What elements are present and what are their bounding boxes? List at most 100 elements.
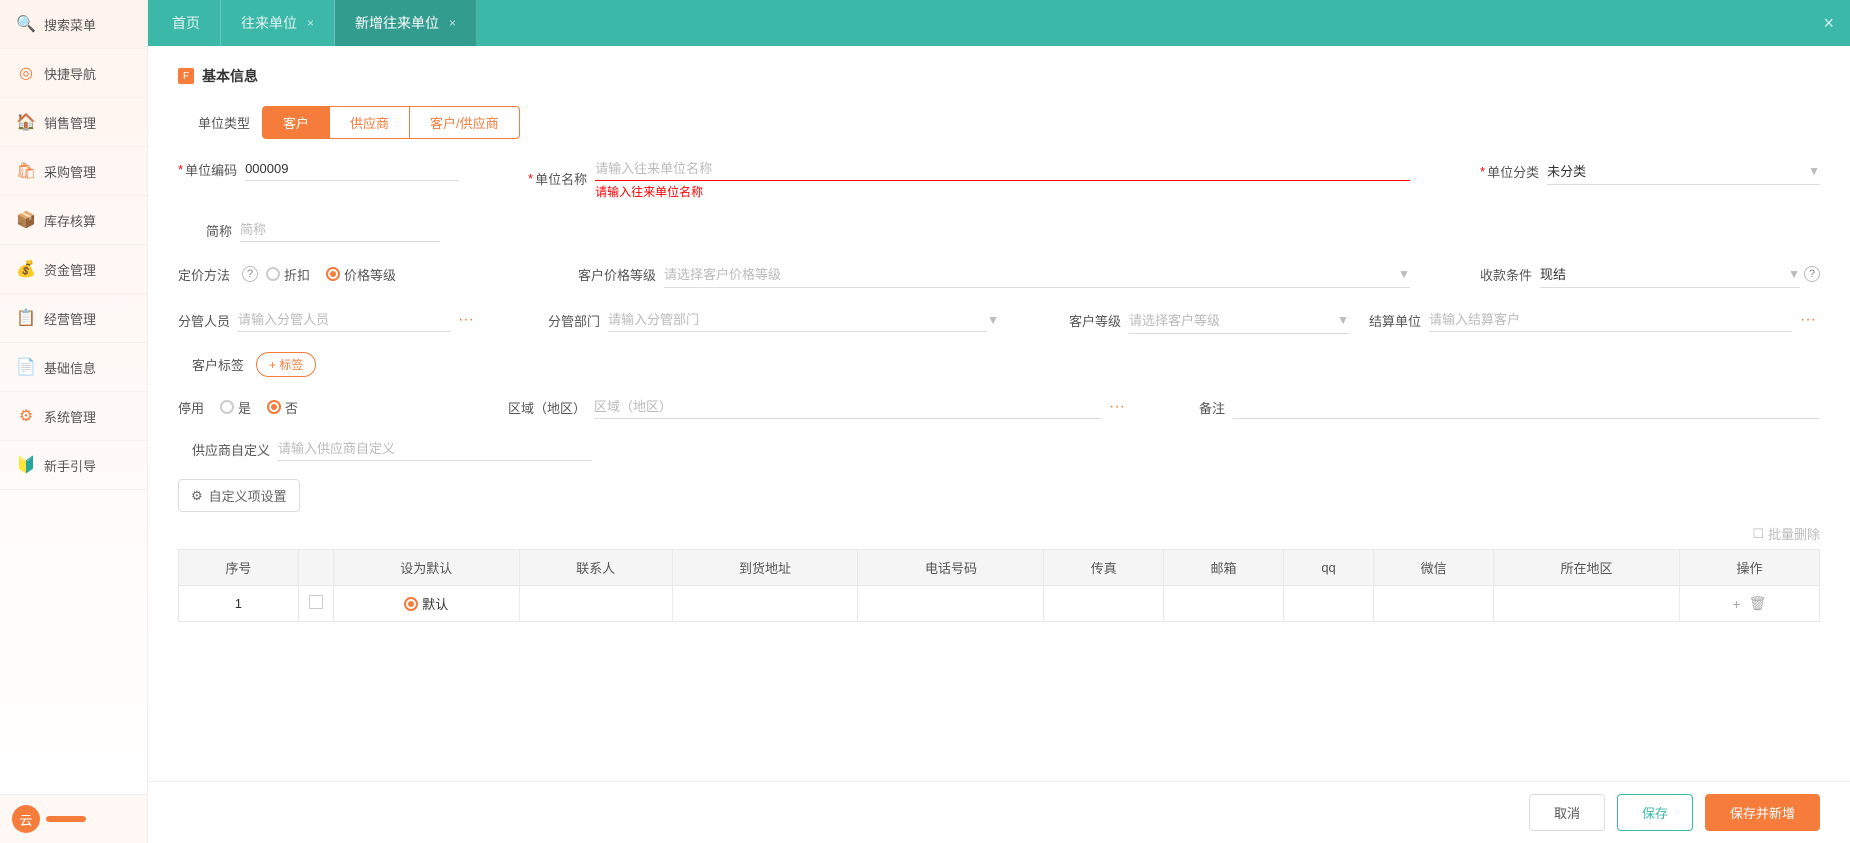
code-input[interactable] bbox=[245, 157, 458, 181]
region-input[interactable] bbox=[594, 395, 1101, 419]
sidebar-item-finance[interactable]: 💰 资金管理 bbox=[0, 245, 147, 294]
manager-group: 分管人员 ··· bbox=[178, 308, 478, 332]
pricing-help-icon[interactable]: ? bbox=[242, 266, 258, 282]
save-button[interactable]: 保存 bbox=[1617, 794, 1693, 831]
table-row: 1 默认 bbox=[179, 586, 1820, 622]
manager-input[interactable] bbox=[238, 308, 450, 332]
sidebar-item-sales[interactable]: 🏠 销售管理 bbox=[0, 98, 147, 147]
disabled-no-radio[interactable]: 否 bbox=[267, 398, 298, 417]
row-email[interactable] bbox=[1164, 586, 1284, 622]
pricing-radio-group: 折扣 价格等级 bbox=[266, 265, 396, 284]
payment-terms-select[interactable]: 现结 ▼ bbox=[1540, 260, 1800, 288]
category-group: * 单位分类 未分类 ▼ bbox=[1480, 157, 1820, 185]
unit-type-both-btn[interactable]: 客户/供应商 bbox=[410, 106, 520, 139]
sidebar-item-system[interactable]: ⚙ 系统管理 bbox=[0, 392, 147, 441]
name-input[interactable] bbox=[595, 157, 1410, 181]
row-fax[interactable] bbox=[1044, 586, 1164, 622]
short-name-row: 简称 bbox=[178, 218, 1820, 242]
sidebar-bottom: 云 bbox=[0, 794, 147, 843]
row-wechat[interactable] bbox=[1374, 586, 1494, 622]
row-default: 默认 bbox=[333, 586, 519, 622]
table-toolbar: ☐ 批量删除 bbox=[178, 524, 1820, 543]
sidebar-item-guide[interactable]: 🔰 新手引导 bbox=[0, 441, 147, 490]
row-phone[interactable] bbox=[858, 586, 1044, 622]
row-address[interactable] bbox=[672, 586, 858, 622]
tab-add-unit[interactable]: 新增往来单位 × bbox=[335, 0, 477, 46]
purchase-icon: 🛍 bbox=[16, 161, 36, 181]
add-tag-btn[interactable]: + 标签 bbox=[256, 352, 316, 377]
search-icon: 🔍 bbox=[16, 14, 36, 34]
disabled-radio-group: 是 否 bbox=[220, 398, 298, 417]
settlement-unit-input[interactable] bbox=[1429, 308, 1792, 332]
customer-level-placeholder: 请选择客户等级 bbox=[1129, 310, 1337, 329]
category-select[interactable]: 未分类 ▼ bbox=[1547, 157, 1820, 185]
disabled-yes-radio[interactable]: 是 bbox=[220, 398, 251, 417]
pricing-discount-radio[interactable]: 折扣 bbox=[266, 265, 310, 284]
settlement-unit-group: 结算单位 ··· bbox=[1369, 308, 1820, 332]
tab-unit-list-close[interactable]: × bbox=[307, 16, 314, 30]
tag-label: 客户标签 bbox=[192, 355, 244, 374]
sales-icon: 🏠 bbox=[16, 112, 36, 132]
customer-level-select[interactable]: 请选择客户等级 ▼ bbox=[1129, 306, 1349, 334]
sidebar-item-search[interactable]: 🔍 搜索菜单 bbox=[0, 0, 147, 49]
tab-home[interactable]: 首页 bbox=[148, 0, 221, 46]
short-name-label: 简称 bbox=[206, 221, 232, 240]
row-region[interactable] bbox=[1493, 586, 1679, 622]
row-qq[interactable] bbox=[1283, 586, 1373, 622]
settlement-unit-more-btn[interactable]: ··· bbox=[1796, 311, 1820, 329]
department-label: 分管部门 bbox=[548, 311, 600, 330]
disabled-yes-label: 是 bbox=[238, 398, 251, 417]
name-group: * 单位名称 请输入往来单位名称 bbox=[528, 157, 1410, 200]
code-required: * bbox=[178, 162, 183, 177]
payment-terms-arrow: ▼ bbox=[1788, 267, 1800, 281]
unit-type-customer-btn[interactable]: 客户 bbox=[262, 106, 330, 139]
sidebar-item-inventory[interactable]: 📦 库存核算 bbox=[0, 196, 147, 245]
batch-delete-btn[interactable]: ☐ 批量删除 bbox=[1752, 524, 1820, 543]
row-checkbox-input[interactable] bbox=[309, 595, 323, 609]
unit-type-label: 单位类型 bbox=[198, 113, 250, 132]
pricing-row: 定价方法 ? 折扣 价格等级 客户价格等级 请 bbox=[178, 260, 1820, 288]
supplier-custom-group: 供应商自定义 bbox=[192, 437, 592, 461]
quick-nav-icon: ◎ bbox=[16, 63, 36, 83]
col-email: 邮箱 bbox=[1164, 550, 1284, 586]
sidebar-item-label: 搜索菜单 bbox=[44, 15, 96, 34]
customer-price-level-select[interactable]: 请选择客户价格等级 ▼ bbox=[664, 260, 1410, 288]
disabled-no-circle bbox=[267, 400, 281, 414]
contact-table-section: ☐ 批量删除 序号 设为默认 联系人 到货地址 电话号码 传真 邮箱 qq bbox=[178, 524, 1820, 622]
inventory-icon: 📦 bbox=[16, 210, 36, 230]
department-input[interactable] bbox=[608, 308, 987, 332]
tab-bar-close-btn[interactable]: × bbox=[1823, 13, 1834, 34]
manager-row: 分管人员 ··· 分管部门 ▼ 客户等级 请选择客户等级 ▼ bbox=[178, 306, 1820, 334]
pricing-level-radio[interactable]: 价格等级 bbox=[326, 265, 396, 284]
row-default-radio[interactable] bbox=[404, 597, 418, 611]
disabled-label: 停用 bbox=[178, 398, 204, 417]
payment-help-icon[interactable]: ? bbox=[1804, 266, 1820, 282]
name-required: * bbox=[528, 171, 533, 186]
discount-label: 折扣 bbox=[284, 265, 310, 284]
sidebar-item-operation[interactable]: 📋 经营管理 bbox=[0, 294, 147, 343]
supplier-custom-input[interactable] bbox=[278, 437, 592, 461]
manager-more-btn[interactable]: ··· bbox=[454, 311, 478, 329]
name-label: 单位名称 bbox=[535, 169, 587, 188]
short-name-input[interactable] bbox=[240, 218, 440, 242]
region-more-btn[interactable]: ··· bbox=[1105, 398, 1129, 416]
row-checkbox[interactable] bbox=[298, 586, 333, 622]
unit-type-supplier-btn[interactable]: 供应商 bbox=[330, 106, 410, 139]
manager-label: 分管人员 bbox=[178, 311, 230, 330]
row-add-icon[interactable]: + bbox=[1732, 596, 1740, 612]
sidebar-item-label: 采购管理 bbox=[44, 162, 96, 181]
name-input-wrapper: 请输入往来单位名称 bbox=[595, 157, 1410, 200]
cancel-button[interactable]: 取消 bbox=[1529, 794, 1605, 831]
section-header: F 基本信息 bbox=[178, 66, 1820, 86]
tab-unit-list[interactable]: 往来单位 × bbox=[221, 0, 335, 46]
row-contact[interactable] bbox=[519, 586, 672, 622]
tab-add-unit-close[interactable]: × bbox=[449, 16, 456, 30]
custom-settings-btn[interactable]: ⚙ 自定义项设置 bbox=[178, 479, 300, 512]
sidebar-item-basic-info[interactable]: 📄 基础信息 bbox=[0, 343, 147, 392]
remark-input[interactable] bbox=[1233, 395, 1820, 419]
save-add-button[interactable]: 保存并新增 bbox=[1705, 794, 1820, 831]
row-delete-icon[interactable]: 🗑 bbox=[1749, 595, 1767, 612]
sidebar-item-purchase[interactable]: 🛍 采购管理 bbox=[0, 147, 147, 196]
sidebar-item-quick-nav[interactable]: ◎ 快捷导航 bbox=[0, 49, 147, 98]
tab-home-label: 首页 bbox=[172, 13, 200, 33]
